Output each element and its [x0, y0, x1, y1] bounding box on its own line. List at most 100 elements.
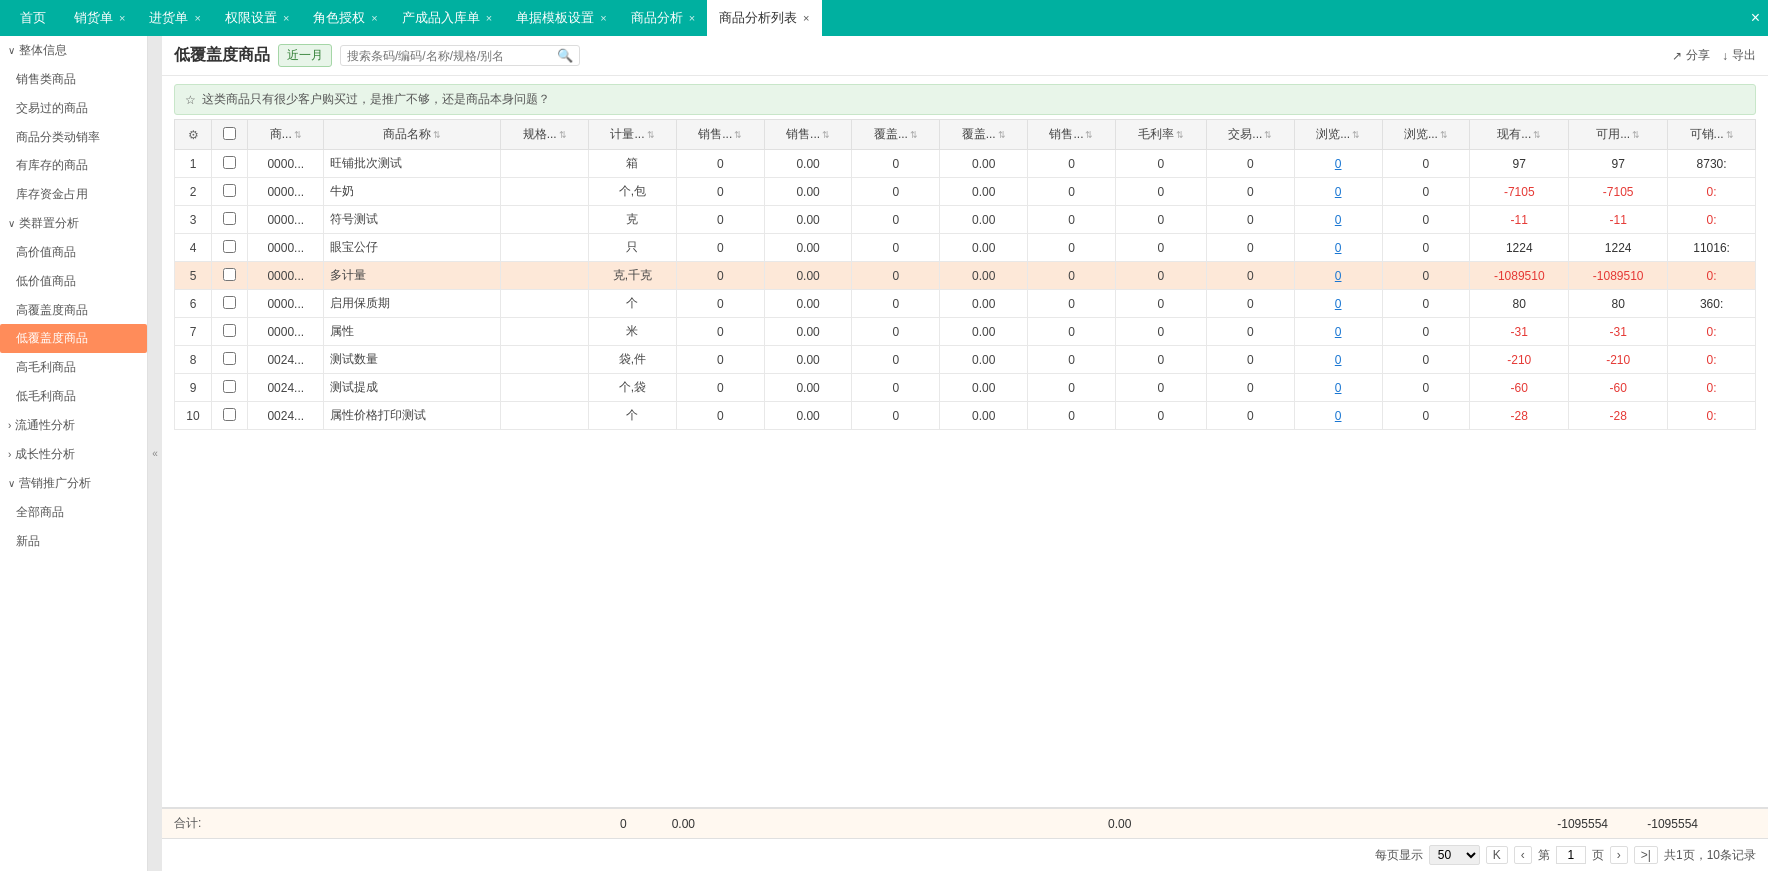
- close-analysis-list-tab[interactable]: ×: [803, 12, 809, 24]
- row-saleable: 0:: [1668, 178, 1756, 206]
- window-close-button[interactable]: ×: [1751, 9, 1760, 27]
- sidebar-section-header-cluster[interactable]: ∨ 类群置分析: [0, 209, 147, 238]
- next-page-button[interactable]: ›: [1610, 846, 1628, 864]
- col-browse2[interactable]: 浏览...⇅: [1382, 120, 1470, 150]
- col-browse1[interactable]: 浏览...⇅: [1294, 120, 1382, 150]
- export-button[interactable]: ↓ 导出: [1722, 47, 1756, 64]
- row-checkbox[interactable]: [212, 262, 248, 290]
- row-checkbox[interactable]: [212, 234, 248, 262]
- select-all-checkbox[interactable]: [223, 127, 236, 140]
- row-unit: 个,袋: [589, 374, 677, 402]
- row-checkbox[interactable]: [212, 318, 248, 346]
- close-product-entry-tab[interactable]: ×: [486, 12, 492, 24]
- close-sales-tab[interactable]: ×: [119, 12, 125, 24]
- row-browse2: 0: [1382, 178, 1470, 206]
- row-checkbox[interactable]: [212, 402, 248, 430]
- arrow-icon-overall: ∨: [8, 45, 15, 56]
- col-cov1[interactable]: 覆盖...⇅: [852, 120, 940, 150]
- close-purchase-tab[interactable]: ×: [194, 12, 200, 24]
- row-browse1[interactable]: 0: [1294, 206, 1382, 234]
- nav-tab-analysis-list[interactable]: 商品分析列表 ×: [707, 0, 821, 36]
- nav-tab-purchase[interactable]: 进货单 ×: [137, 0, 212, 36]
- col-settings[interactable]: ⚙: [175, 120, 212, 150]
- row-available: -31: [1569, 318, 1668, 346]
- row-sales1: 0: [676, 234, 764, 262]
- period-button[interactable]: 近一月: [278, 44, 332, 67]
- col-name[interactable]: 商品名称⇅: [324, 120, 501, 150]
- search-input[interactable]: [347, 49, 557, 63]
- sidebar-section-header-marketing[interactable]: ∨ 营销推广分析: [0, 469, 147, 498]
- nav-tab-role[interactable]: 角色授权 ×: [301, 0, 389, 36]
- sidebar-item-all-goods[interactable]: 全部商品: [0, 498, 147, 527]
- col-spec[interactable]: 规格...⇅: [501, 120, 589, 150]
- col-available[interactable]: 可用...⇅: [1569, 120, 1668, 150]
- row-checkbox[interactable]: [212, 206, 248, 234]
- sidebar-item-sales-goods[interactable]: 销售类商品: [0, 65, 147, 94]
- nav-tab-product-entry[interactable]: 产成品入库单 ×: [390, 0, 504, 36]
- col-checkbox[interactable]: [212, 120, 248, 150]
- sidebar-item-high-coverage[interactable]: 高覆盖度商品: [0, 296, 147, 325]
- row-browse2: 0: [1382, 346, 1470, 374]
- close-analysis-tab[interactable]: ×: [689, 12, 695, 24]
- col-saleable[interactable]: 可销...⇅: [1668, 120, 1756, 150]
- nav-tab-permissions[interactable]: 权限设置 ×: [213, 0, 301, 36]
- row-browse1[interactable]: 0: [1294, 318, 1382, 346]
- row-checkbox[interactable]: [212, 150, 248, 178]
- sidebar-item-high-margin[interactable]: 高毛利商品: [0, 353, 147, 382]
- close-role-tab[interactable]: ×: [371, 12, 377, 24]
- col-sales3[interactable]: 销售...⇅: [1028, 120, 1116, 150]
- row-cov2: 0.00: [940, 262, 1028, 290]
- totals-current: -1095554: [1526, 817, 1616, 831]
- sidebar-toggle[interactable]: «: [148, 36, 162, 871]
- sidebar-section-header-flow[interactable]: › 流通性分析: [0, 411, 147, 440]
- col-current[interactable]: 现有...⇅: [1470, 120, 1569, 150]
- page-number-input[interactable]: [1556, 846, 1586, 864]
- sidebar-item-stock-fund[interactable]: 库存资金占用: [0, 180, 147, 209]
- sidebar-item-traded-goods[interactable]: 交易过的商品: [0, 94, 147, 123]
- row-checkbox[interactable]: [212, 178, 248, 206]
- close-template-tab[interactable]: ×: [600, 12, 606, 24]
- row-cov2: 0.00: [940, 402, 1028, 430]
- collapse-sidebar-button[interactable]: «: [148, 36, 162, 871]
- col-unit[interactable]: 计量...⇅: [589, 120, 677, 150]
- sidebar-item-high-value[interactable]: 高价值商品: [0, 238, 147, 267]
- row-spec: [501, 234, 589, 262]
- nav-tab-sales[interactable]: 销货单 ×: [62, 0, 137, 36]
- row-browse1[interactable]: 0: [1294, 150, 1382, 178]
- row-checkbox[interactable]: [212, 346, 248, 374]
- first-page-button[interactable]: K: [1486, 846, 1508, 864]
- prev-page-button[interactable]: ‹: [1514, 846, 1532, 864]
- row-browse1[interactable]: 0: [1294, 234, 1382, 262]
- sidebar-item-new-goods[interactable]: 新品: [0, 527, 147, 556]
- row-browse1[interactable]: 0: [1294, 290, 1382, 318]
- sidebar-item-low-coverage[interactable]: 低覆盖度商品: [0, 324, 147, 353]
- col-sales2[interactable]: 销售...⇅: [764, 120, 852, 150]
- row-sales2: 0.00: [764, 150, 852, 178]
- sidebar-item-stock-goods[interactable]: 有库存的商品: [0, 151, 147, 180]
- row-current: -210: [1470, 346, 1569, 374]
- row-browse1[interactable]: 0: [1294, 402, 1382, 430]
- col-code[interactable]: 商...⇅: [248, 120, 324, 150]
- row-browse1[interactable]: 0: [1294, 262, 1382, 290]
- row-checkbox[interactable]: [212, 290, 248, 318]
- nav-tab-home[interactable]: 首页: [4, 0, 62, 36]
- row-browse1[interactable]: 0: [1294, 374, 1382, 402]
- share-button[interactable]: ↗ 分享: [1672, 47, 1710, 64]
- row-browse1[interactable]: 0: [1294, 346, 1382, 374]
- row-browse1[interactable]: 0: [1294, 178, 1382, 206]
- nav-tab-template[interactable]: 单据模板设置 ×: [504, 0, 618, 36]
- col-gross[interactable]: 毛利率⇅: [1115, 120, 1206, 150]
- page-size-select[interactable]: 50 20 100: [1429, 845, 1480, 865]
- sidebar-item-low-value[interactable]: 低价值商品: [0, 267, 147, 296]
- row-checkbox[interactable]: [212, 374, 248, 402]
- col-sales1[interactable]: 销售...⇅: [676, 120, 764, 150]
- sidebar-section-header-overall[interactable]: ∨ 整体信息: [0, 36, 147, 65]
- close-permissions-tab[interactable]: ×: [283, 12, 289, 24]
- sidebar-item-category-rate[interactable]: 商品分类动销率: [0, 123, 147, 152]
- sidebar-section-header-growth[interactable]: › 成长性分析: [0, 440, 147, 469]
- col-cov2[interactable]: 覆盖...⇅: [940, 120, 1028, 150]
- sidebar-item-low-margin[interactable]: 低毛利商品: [0, 382, 147, 411]
- nav-tab-analysis[interactable]: 商品分析 ×: [619, 0, 707, 36]
- col-trans[interactable]: 交易...⇅: [1206, 120, 1294, 150]
- last-page-button[interactable]: >|: [1634, 846, 1658, 864]
